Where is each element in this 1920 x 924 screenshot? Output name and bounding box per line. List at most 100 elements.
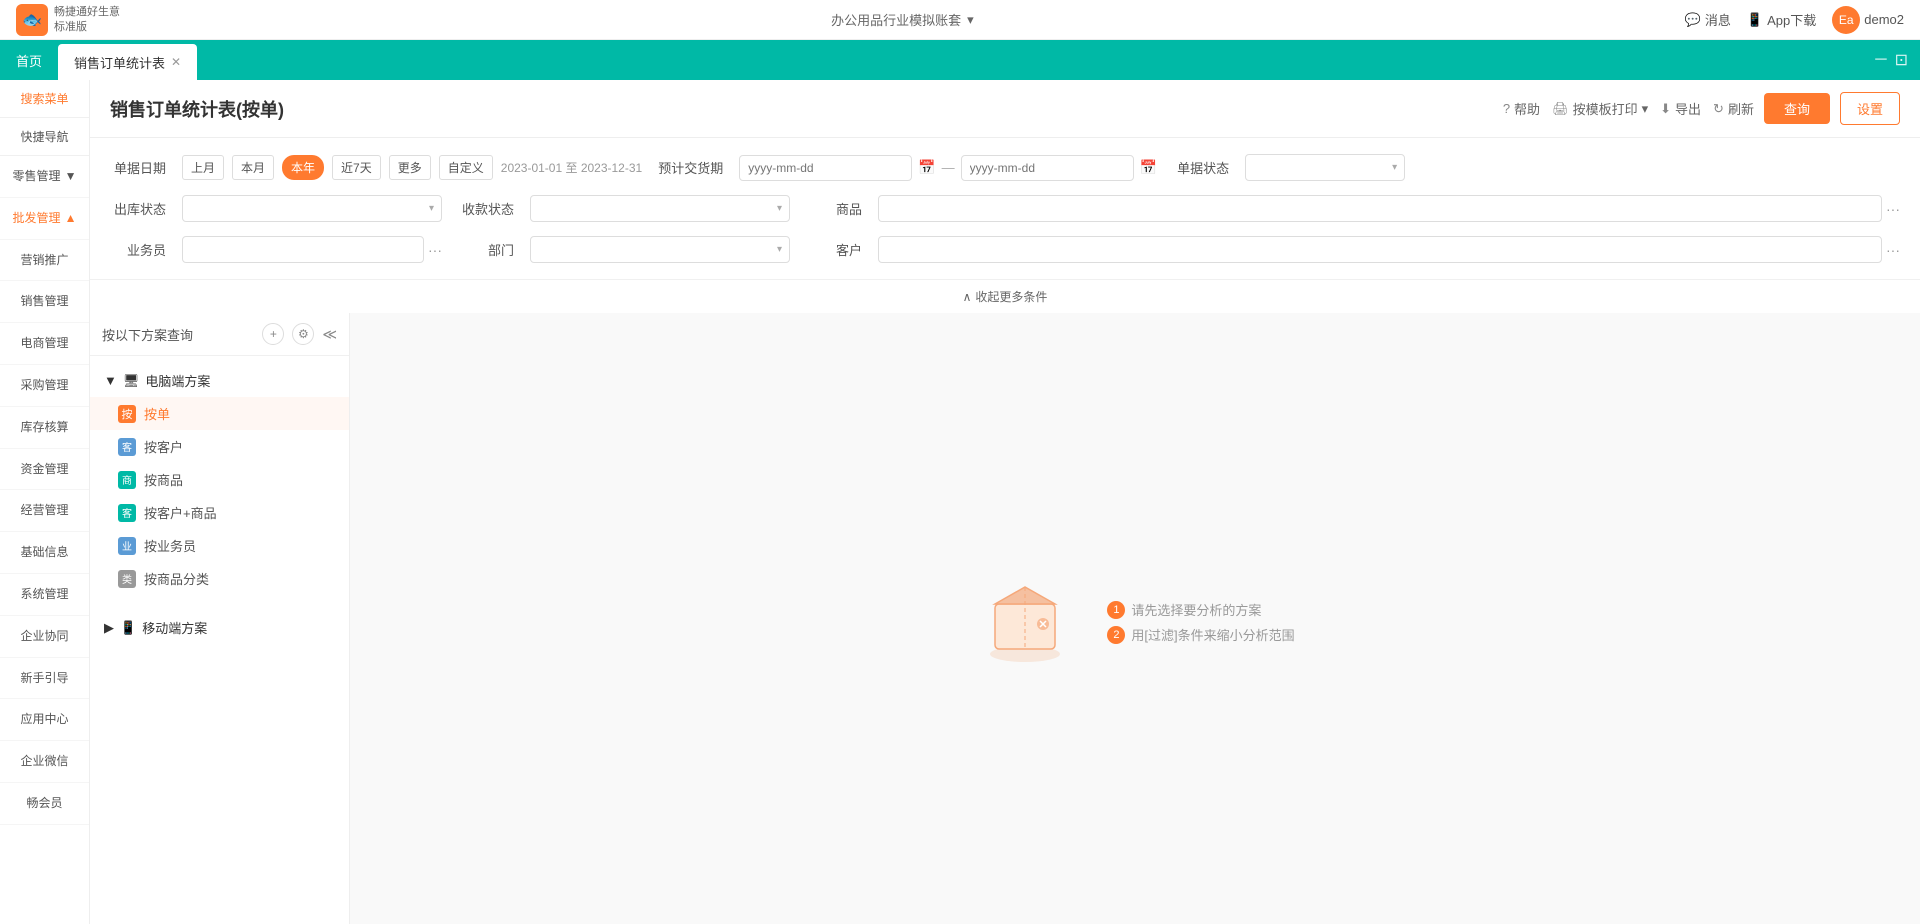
sidebar-item-wechat[interactable]: 企业微信 [0, 741, 89, 783]
refresh-btn[interactable]: ↻ 刷新 [1713, 99, 1754, 118]
tab-sales-stats[interactable]: 销售订单统计表 ✕ [58, 44, 197, 80]
hint-item-1: 1 请先选择要分析的方案 [1107, 600, 1294, 619]
left-panel-title: 按以下方案查询 [102, 325, 193, 344]
export-btn[interactable]: ⬇ 导出 [1660, 99, 1701, 118]
hint-num-1: 1 [1107, 601, 1125, 619]
customer-input[interactable] [878, 236, 1882, 263]
logo-area: 🐟 畅捷通好生意 标准版 [16, 4, 120, 36]
filter-row-1: 单据日期 上月 本月 本年 近7天 更多 自定义 2023-01-01 至 20… [110, 154, 1900, 181]
mobile-scheme-parent[interactable]: ▶ 📱 移动端方案 [90, 611, 349, 644]
out-status-select[interactable] [182, 195, 442, 222]
scheme-by-order[interactable]: 按 按单 [90, 397, 349, 430]
scheme-by-salesperson[interactable]: 业 按业务员 [90, 529, 349, 562]
workspace-selector[interactable]: 办公用品行业模拟账套 ▾ [831, 10, 974, 29]
hint-list: 1 请先选择要分析的方案 2 用[过滤]条件来缩小分析范围 [1107, 600, 1294, 644]
template-print-btn[interactable]: 🖨 按模板打印 ▾ [1552, 99, 1648, 118]
goods-input-area: ··· [878, 195, 1900, 222]
right-panel: 1 请先选择要分析的方案 2 用[过滤]条件来缩小分析范围 [350, 313, 1920, 924]
panel-collapse-btn[interactable]: ≪ [322, 326, 337, 343]
date-btn-more[interactable]: 更多 [389, 155, 431, 180]
logo-icon: 🐟 [16, 4, 48, 36]
goods-more-icon[interactable]: ··· [1886, 201, 1900, 217]
sidebar-item-member[interactable]: 畅会员 [0, 783, 89, 825]
salesperson-input-area: ··· [182, 236, 442, 263]
filter-area: 单据日期 上月 本月 本年 近7天 更多 自定义 2023-01-01 至 20… [90, 138, 1920, 279]
add-scheme-btn[interactable]: + [262, 323, 284, 345]
pc-scheme-parent[interactable]: ▼ 🖥 电脑端方案 [90, 364, 349, 397]
out-status-select-wrap: ▾ [182, 195, 442, 222]
maximize-icon[interactable]: ⊡ [1895, 50, 1908, 70]
by-goods-icon: 商 [118, 471, 136, 489]
scheme-by-category[interactable]: 类 按商品分类 [90, 562, 349, 595]
doc-status-select[interactable] [1245, 154, 1405, 181]
salesperson-label: 业务员 [110, 240, 166, 259]
scheme-by-customer[interactable]: 客 按客户 [90, 430, 349, 463]
date-btn-last-month[interactable]: 上月 [182, 155, 224, 180]
collection-status-select-wrap: ▾ [530, 195, 790, 222]
out-status-label: 出库状态 [110, 199, 166, 218]
settings-button[interactable]: 设置 [1840, 92, 1900, 125]
salesperson-input[interactable] [182, 236, 424, 263]
scheme-by-goods[interactable]: 商 按商品 [90, 463, 349, 496]
sidebar-item-newbie[interactable]: 新手引导 [0, 658, 89, 700]
query-button[interactable]: 查询 [1764, 93, 1830, 124]
help-btn[interactable]: ? 帮助 [1503, 99, 1540, 118]
dept-label: 部门 [458, 240, 514, 259]
filter-row-2: 出库状态 ▾ 收款状态 ▾ 商品 ··· [110, 195, 1900, 222]
tab-close-icon[interactable]: ✕ [171, 55, 181, 69]
collapse-more-btn[interactable]: ∧ 收起更多条件 [90, 279, 1920, 313]
salesperson-more-icon[interactable]: ··· [428, 242, 442, 258]
scheme-by-customer-goods[interactable]: 客 按客户+商品 [90, 496, 349, 529]
page-header: 销售订单统计表(按单) ? 帮助 🖨 按模板打印 ▾ ⬇ [90, 80, 1920, 138]
workspace-arrow-icon: ▾ [967, 12, 974, 28]
message-btn[interactable]: 💬 消息 [1685, 10, 1731, 29]
by-order-icon: 按 [118, 405, 136, 423]
panel-layout: 按以下方案查询 + ⚙ ≪ ▼ 🖥 电脑端方案 按 按单 [90, 313, 1920, 924]
sidebar-item-appcenter[interactable]: 应用中心 [0, 699, 89, 741]
dept-select[interactable] [530, 236, 790, 263]
setting-scheme-btn[interactable]: ⚙ [292, 323, 314, 345]
tab-bar: 首页 销售订单统计表 ✕ ─ ⊡ [0, 40, 1920, 80]
main-layout: 搜索菜单 快捷导航 零售管理▼ 批发管理▲ 营销推广 销售管理 电商管理 采购管… [0, 80, 1920, 924]
sidebar-item-search-menu[interactable]: 搜索菜单 [0, 80, 89, 118]
sidebar-item-sales[interactable]: 销售管理 [0, 281, 89, 323]
computer-icon: 🖥 [123, 373, 140, 389]
sidebar: 搜索菜单 快捷导航 零售管理▼ 批发管理▲ 营销推广 销售管理 电商管理 采购管… [0, 80, 90, 924]
sidebar-item-retail[interactable]: 零售管理▼ [0, 156, 89, 198]
empty-illustration [975, 569, 1075, 669]
user-menu[interactable]: Ea demo2 [1832, 6, 1904, 34]
left-panel: 按以下方案查询 + ⚙ ≪ ▼ 🖥 电脑端方案 按 按单 [90, 313, 350, 924]
content-area: 销售订单统计表(按单) ? 帮助 🖨 按模板打印 ▾ ⬇ [90, 80, 1920, 924]
sidebar-item-enterprise[interactable]: 企业协同 [0, 616, 89, 658]
date-btn-this-year[interactable]: 本年 [282, 155, 324, 180]
sidebar-item-operations[interactable]: 经营管理 [0, 490, 89, 532]
sidebar-item-quick-nav[interactable]: 快捷导航 [0, 118, 89, 156]
top-bar: 🐟 畅捷通好生意 标准版 办公用品行业模拟账套 ▾ 💬 消息 📱 App下载 E… [0, 0, 1920, 40]
expected-date-range: 📅 — 📅 [739, 155, 1157, 181]
date-btn-last-7[interactable]: 近7天 [332, 155, 381, 180]
tab-home[interactable]: 首页 [0, 40, 58, 80]
date-btn-custom[interactable]: 自定义 [439, 155, 493, 180]
sidebar-item-marketing[interactable]: 营销推广 [0, 240, 89, 282]
date-btn-this-month[interactable]: 本月 [232, 155, 274, 180]
expected-date-start[interactable] [739, 155, 912, 181]
goods-label: 商品 [806, 199, 862, 218]
page-title: 销售订单统计表(按单) [110, 96, 284, 122]
minimize-icon[interactable]: ─ [1875, 51, 1886, 69]
expected-date-end[interactable] [961, 155, 1134, 181]
sidebar-item-inventory[interactable]: 库存核算 [0, 407, 89, 449]
customer-more-icon[interactable]: ··· [1886, 242, 1900, 258]
hint-item-2: 2 用[过滤]条件来缩小分析范围 [1107, 625, 1294, 644]
empty-state-container: 1 请先选择要分析的方案 2 用[过滤]条件来缩小分析范围 [975, 569, 1294, 669]
sidebar-item-system[interactable]: 系统管理 [0, 574, 89, 616]
goods-input[interactable] [878, 195, 1882, 222]
sidebar-item-wholesale[interactable]: 批发管理▲ [0, 198, 89, 240]
sidebar-item-purchase[interactable]: 采购管理 [0, 365, 89, 407]
sidebar-item-basic[interactable]: 基础信息 [0, 532, 89, 574]
calendar-icon-2: 📅 [1140, 159, 1157, 176]
sidebar-item-finance[interactable]: 资金管理 [0, 449, 89, 491]
collection-status-select[interactable] [530, 195, 790, 222]
help-icon: ? [1503, 101, 1510, 116]
app-download-btn[interactable]: 📱 App下载 [1747, 10, 1816, 29]
sidebar-item-ecommerce[interactable]: 电商管理 [0, 323, 89, 365]
